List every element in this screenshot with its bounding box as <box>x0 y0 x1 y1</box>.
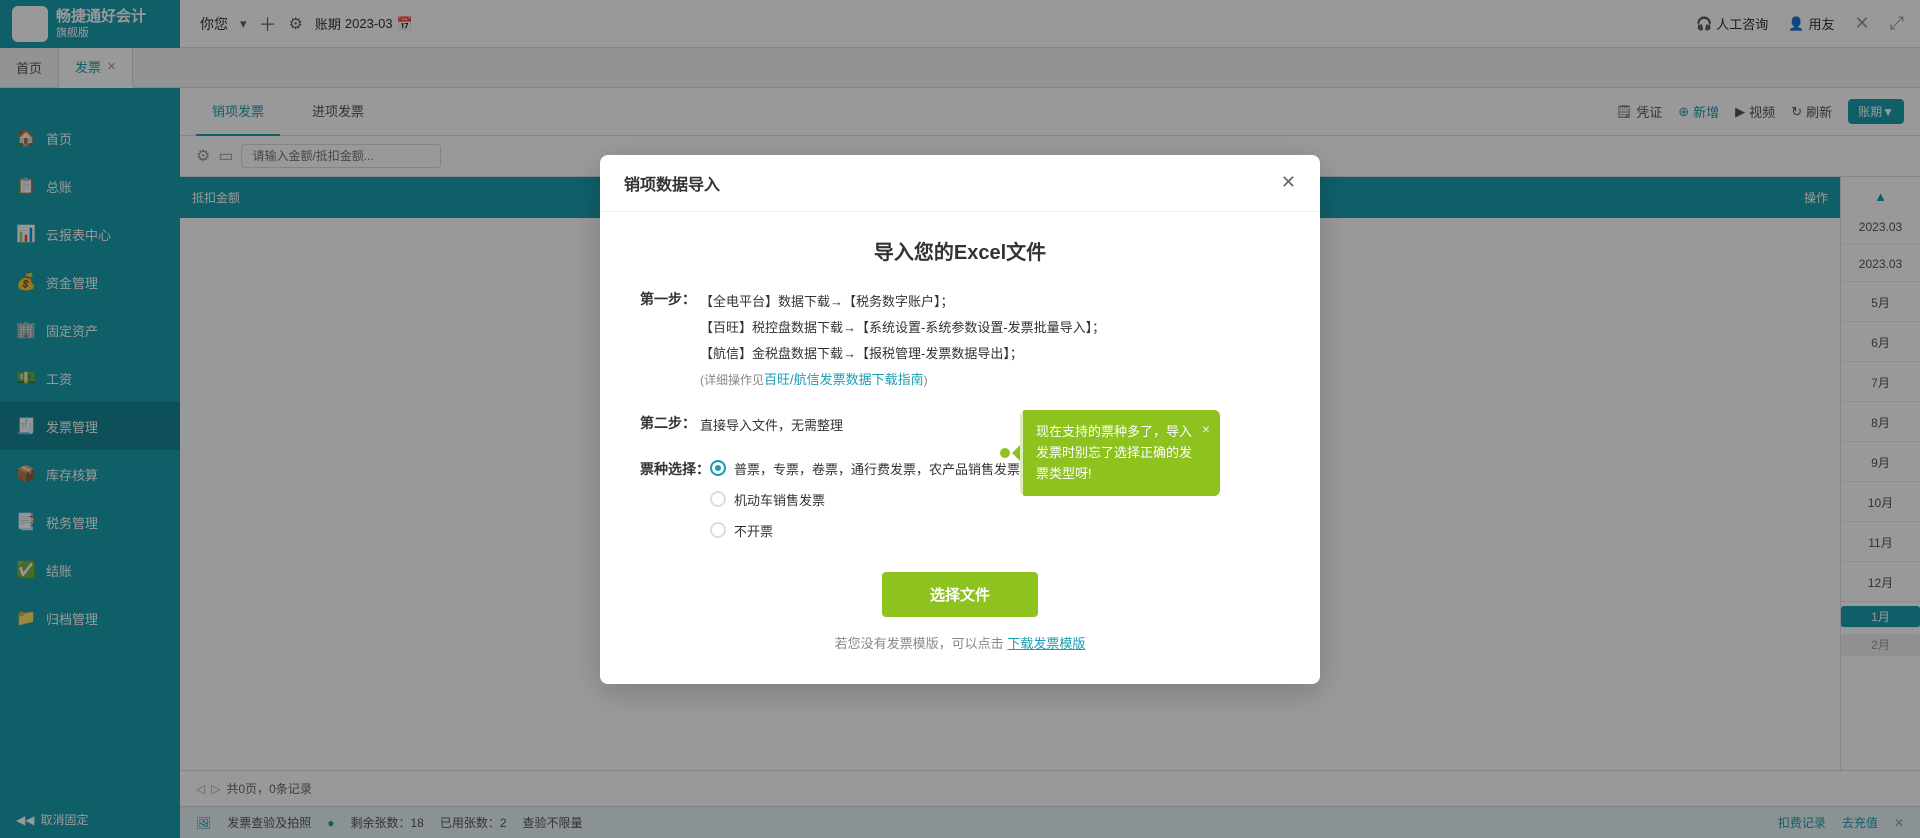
radio-label-0: 普票，专票，卷票，通行费发票，农产品销售发票 <box>734 459 1020 478</box>
step1-line1: 【全电平台】数据下载→【税务数字账户】； <box>700 289 1105 315</box>
modal-overlay: 销项数据导入 ✕ 导入您的Excel文件 第一步： 【全电平台】数据下载→【税务… <box>0 0 1920 838</box>
ticket-label: 票种选择： <box>640 459 710 479</box>
radio-0[interactable] <box>710 460 726 476</box>
step1-row: 第一步： 【全电平台】数据下载→【税务数字账户】； 【百旺】税控盘数据下载→【系… <box>640 289 1280 393</box>
step1-guide-link[interactable]: 百旺/航信发票数据下载指南 <box>764 372 924 387</box>
radio-row-2: 不开票 <box>710 521 1020 540</box>
step2-desc: 直接导入文件，无需整理 <box>700 413 843 439</box>
radio-label-2: 不开票 <box>734 521 773 540</box>
radio-label-1: 机动车销售发票 <box>734 490 825 509</box>
step1-label: 第一步： <box>640 289 700 309</box>
step1: 第一步： 【全电平台】数据下载→【税务数字账户】； 【百旺】税控盘数据下载→【系… <box>640 289 1280 393</box>
download-hint: 若您没有发票模版，可以点击 下载发票模版 <box>640 633 1280 652</box>
radio-row-0: 普票，专票，卷票，通行费发票，农产品销售发票 <box>710 459 1020 478</box>
radio-2[interactable] <box>710 522 726 538</box>
step2-label: 第二步： <box>640 413 700 433</box>
tooltip-dot <box>1000 448 1010 458</box>
modal-title: 销项数据导入 <box>624 171 720 195</box>
tooltip-text: 现在支持的票种多了，导入发票时别忘了选择正确的发票类型呀! <box>1036 424 1192 481</box>
tooltip-bar <box>1020 410 1023 496</box>
ticket-options: 普票，专票，卷票，通行费发票，农产品销售发票 机动车销售发票 不开票 <box>710 459 1020 552</box>
tooltip-close-button[interactable]: × <box>1202 418 1210 440</box>
step1-desc: 【全电平台】数据下载→【税务数字账户】； 【百旺】税控盘数据下载→【系统设置-系… <box>700 289 1105 393</box>
step1-link: (详细操作见百旺/航信发票数据下载指南) <box>700 367 1105 393</box>
modal-main-title: 导入您的Excel文件 <box>640 236 1280 265</box>
modal-close-button[interactable]: ✕ <box>1281 172 1296 193</box>
select-file-button[interactable]: 选择文件 <box>882 572 1038 617</box>
radio-row-1: 机动车销售发票 <box>710 490 1020 509</box>
modal-header: 销项数据导入 ✕ <box>600 155 1320 212</box>
radio-1[interactable] <box>710 491 726 507</box>
step1-line2: 【百旺】税控盘数据下载→【系统设置-系统参数设置-发票批量导入】； <box>700 315 1105 341</box>
step1-line3: 【航信】金税盘数据下载→【报税管理-发票数据导出】； <box>700 341 1105 367</box>
download-template-link[interactable]: 下载发票模版 <box>1007 636 1085 651</box>
tooltip-box: × 现在支持的票种多了，导入发票时别忘了选择正确的发票类型呀! <box>1020 410 1220 496</box>
